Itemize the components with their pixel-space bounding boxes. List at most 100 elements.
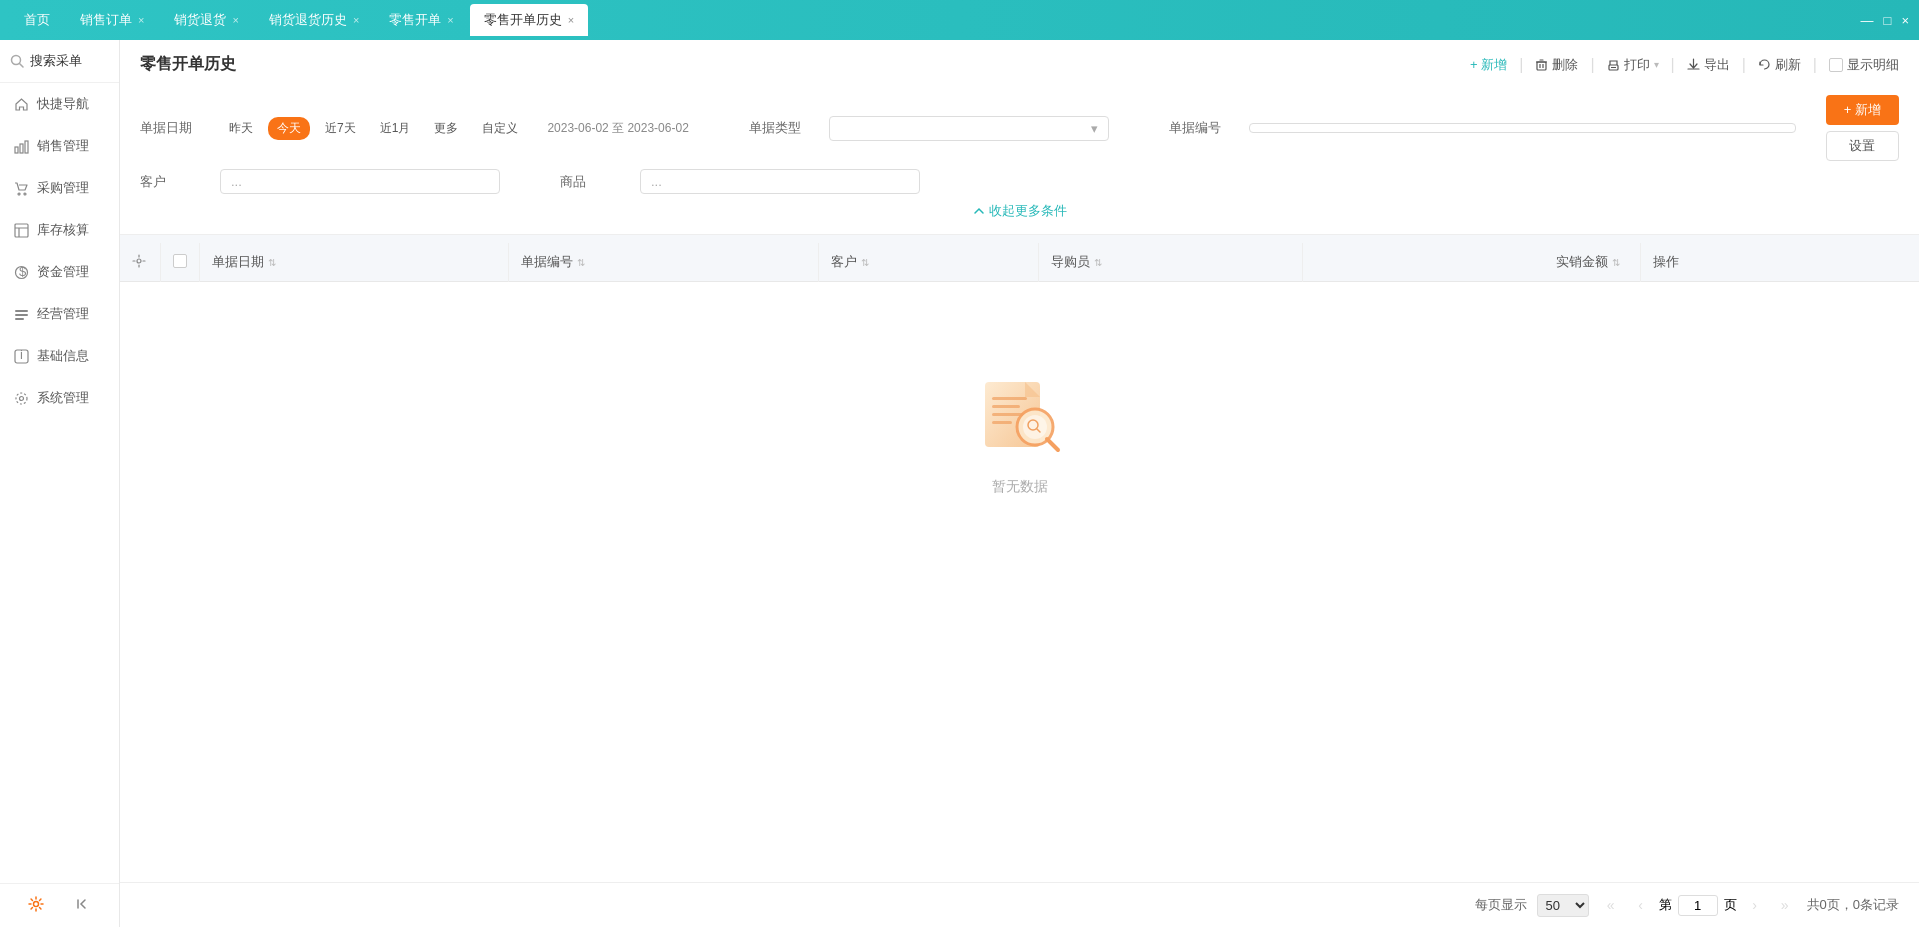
total-info: 共0页，0条记录 xyxy=(1807,896,1899,914)
goods-filter-input[interactable]: ... xyxy=(640,169,920,194)
page-title: 零售开单历史 xyxy=(140,54,236,75)
print-button[interactable]: 打印 ▾ xyxy=(1607,56,1659,74)
sidebar-search[interactable]: 搜索采单 xyxy=(0,40,119,83)
svg-rect-28 xyxy=(992,397,1027,400)
show-detail-toggle[interactable]: 显示明细 xyxy=(1829,56,1899,74)
type-filter-label: 单据类型 xyxy=(749,119,809,137)
tab-sales-return-history[interactable]: 销货退货历史 × xyxy=(255,4,373,36)
tab-close-icon[interactable]: × xyxy=(232,14,238,26)
type-select-arrow: ▾ xyxy=(1091,121,1098,136)
svg-point-6 xyxy=(24,193,26,195)
date-btn-7days[interactable]: 近7天 xyxy=(316,117,365,140)
export-button[interactable]: 导出 xyxy=(1687,56,1730,74)
data-table: 单据日期 ⇅ 单据编号 ⇅ 客户 xyxy=(120,243,1919,536)
customer-filter-input[interactable]: ... xyxy=(220,169,500,194)
tab-close-icon[interactable]: × xyxy=(447,14,453,26)
tab-sales-order[interactable]: 销售订单 × xyxy=(66,4,158,36)
tab-close-icon[interactable]: × xyxy=(353,14,359,26)
sidebar-item-system[interactable]: 系统管理 xyxy=(0,377,119,419)
svg-rect-19 xyxy=(1537,62,1546,70)
home-icon xyxy=(14,97,29,112)
gear-button[interactable] xyxy=(28,896,44,915)
date-btn-custom[interactable]: 自定义 xyxy=(473,117,527,140)
search-icon xyxy=(10,54,24,68)
th-number[interactable]: 单据编号 ⇅ xyxy=(509,243,819,282)
date-btn-more[interactable]: 更多 xyxy=(425,117,467,140)
table-container: 单据日期 ⇅ 单据编号 ⇅ 客户 xyxy=(120,243,1919,882)
date-btn-yesterday[interactable]: 昨天 xyxy=(220,117,262,140)
show-detail-checkbox[interactable] xyxy=(1829,58,1843,72)
date-btn-today[interactable]: 今天 xyxy=(268,117,310,140)
basic-info-icon: i xyxy=(14,349,29,364)
next-page-btn[interactable]: › xyxy=(1743,893,1767,917)
collapse-button[interactable]: 收起更多条件 xyxy=(973,202,1067,220)
last-page-btn[interactable]: » xyxy=(1773,893,1797,917)
svg-point-17 xyxy=(33,902,38,907)
export-icon xyxy=(1687,58,1700,71)
th-date[interactable]: 单据日期 ⇅ xyxy=(199,243,509,282)
empty-state-row: 暂无数据 xyxy=(120,282,1919,537)
first-page-btn[interactable]: « xyxy=(1599,893,1623,917)
sidebar-item-shortcut[interactable]: 快捷导航 xyxy=(0,83,119,125)
tab-close-icon[interactable]: × xyxy=(138,14,144,26)
date-filter-buttons: 昨天 今天 近7天 近1月 更多 自定义 xyxy=(220,117,527,140)
number-filter-input[interactable] xyxy=(1249,123,1796,133)
th-customer[interactable]: 客户 ⇅ xyxy=(819,243,1038,282)
close-btn[interactable]: × xyxy=(1901,13,1909,28)
svg-text:$: $ xyxy=(19,265,27,279)
tab-home[interactable]: 首页 xyxy=(10,4,64,36)
operations-icon xyxy=(14,307,29,322)
table-header-row: 单据日期 ⇅ 单据编号 ⇅ 客户 xyxy=(120,243,1919,282)
page-input[interactable] xyxy=(1678,895,1718,916)
settings-button[interactable]: 设置 xyxy=(1826,131,1899,161)
purchase-icon xyxy=(14,181,29,196)
print-dropdown-arrow[interactable]: ▾ xyxy=(1654,59,1659,70)
finance-icon: $ xyxy=(14,265,29,280)
select-all-checkbox[interactable] xyxy=(173,254,187,268)
date-btn-1month[interactable]: 近1月 xyxy=(371,117,420,140)
sidebar-item-inventory[interactable]: 库存核算 xyxy=(0,209,119,251)
refresh-button[interactable]: 刷新 xyxy=(1758,56,1801,74)
sales-icon xyxy=(14,139,29,154)
add-button[interactable]: + 新增 xyxy=(1470,56,1507,74)
date-filter-label: 单据日期 xyxy=(140,119,200,137)
tab-retail-order[interactable]: 零售开单 × xyxy=(375,4,467,36)
chevron-up-icon xyxy=(973,205,985,217)
inventory-icon xyxy=(14,223,29,238)
page-label-ye: 页 xyxy=(1724,896,1737,914)
svg-point-15 xyxy=(20,396,24,400)
customer-placeholder: ... xyxy=(231,174,242,189)
tab-retail-order-history[interactable]: 零售开单历史 × xyxy=(470,4,588,36)
query-button[interactable]: + 新增 xyxy=(1826,95,1899,125)
type-filter-select[interactable]: ▾ xyxy=(829,116,1109,141)
tab-close-icon[interactable]: × xyxy=(568,14,574,26)
query-settings-buttons: + 新增 设置 xyxy=(1826,95,1899,161)
tab-sales-return[interactable]: 销货退货 × xyxy=(160,4,252,36)
delete-button[interactable]: 删除 xyxy=(1535,56,1578,74)
th-settings[interactable] xyxy=(120,243,160,282)
minimize-btn[interactable]: — xyxy=(1861,13,1874,28)
window-controls: — □ × xyxy=(1861,13,1909,28)
sort-icon: ⇅ xyxy=(861,257,869,268)
svg-rect-11 xyxy=(15,314,28,316)
svg-rect-12 xyxy=(15,318,24,320)
page-label-di: 第 xyxy=(1659,896,1672,914)
sort-icon: ⇅ xyxy=(268,257,276,268)
goods-filter-label: 商品 xyxy=(560,173,620,191)
sidebar-item-operations[interactable]: 经营管理 xyxy=(0,293,119,335)
sidebar-item-basic-info[interactable]: i 基础信息 xyxy=(0,335,119,377)
sort-icon: ⇅ xyxy=(1612,257,1620,268)
sidebar-item-finance[interactable]: $ 资金管理 xyxy=(0,251,119,293)
table-footer: 每页显示 20 50 100 200 « ‹ 第 页 › » 共0页，0条记录 xyxy=(120,882,1919,927)
sidebar-item-purchase[interactable]: 采购管理 xyxy=(0,167,119,209)
filter-area: 单据日期 昨天 今天 近7天 近1月 更多 自定义 2023-06-02 至 2… xyxy=(120,85,1919,235)
th-amount[interactable]: 实销金额 ⇅ xyxy=(1303,243,1641,282)
th-checkbox[interactable] xyxy=(160,243,199,282)
prev-page-btn[interactable]: ‹ xyxy=(1629,893,1653,917)
th-guide[interactable]: 导购员 ⇅ xyxy=(1038,243,1303,282)
maximize-btn[interactable]: □ xyxy=(1884,13,1892,28)
svg-rect-2 xyxy=(15,147,18,153)
collapse-sidebar-button[interactable] xyxy=(75,896,91,915)
page-size-select[interactable]: 20 50 100 200 xyxy=(1537,894,1589,917)
sidebar-item-sales[interactable]: 销售管理 xyxy=(0,125,119,167)
